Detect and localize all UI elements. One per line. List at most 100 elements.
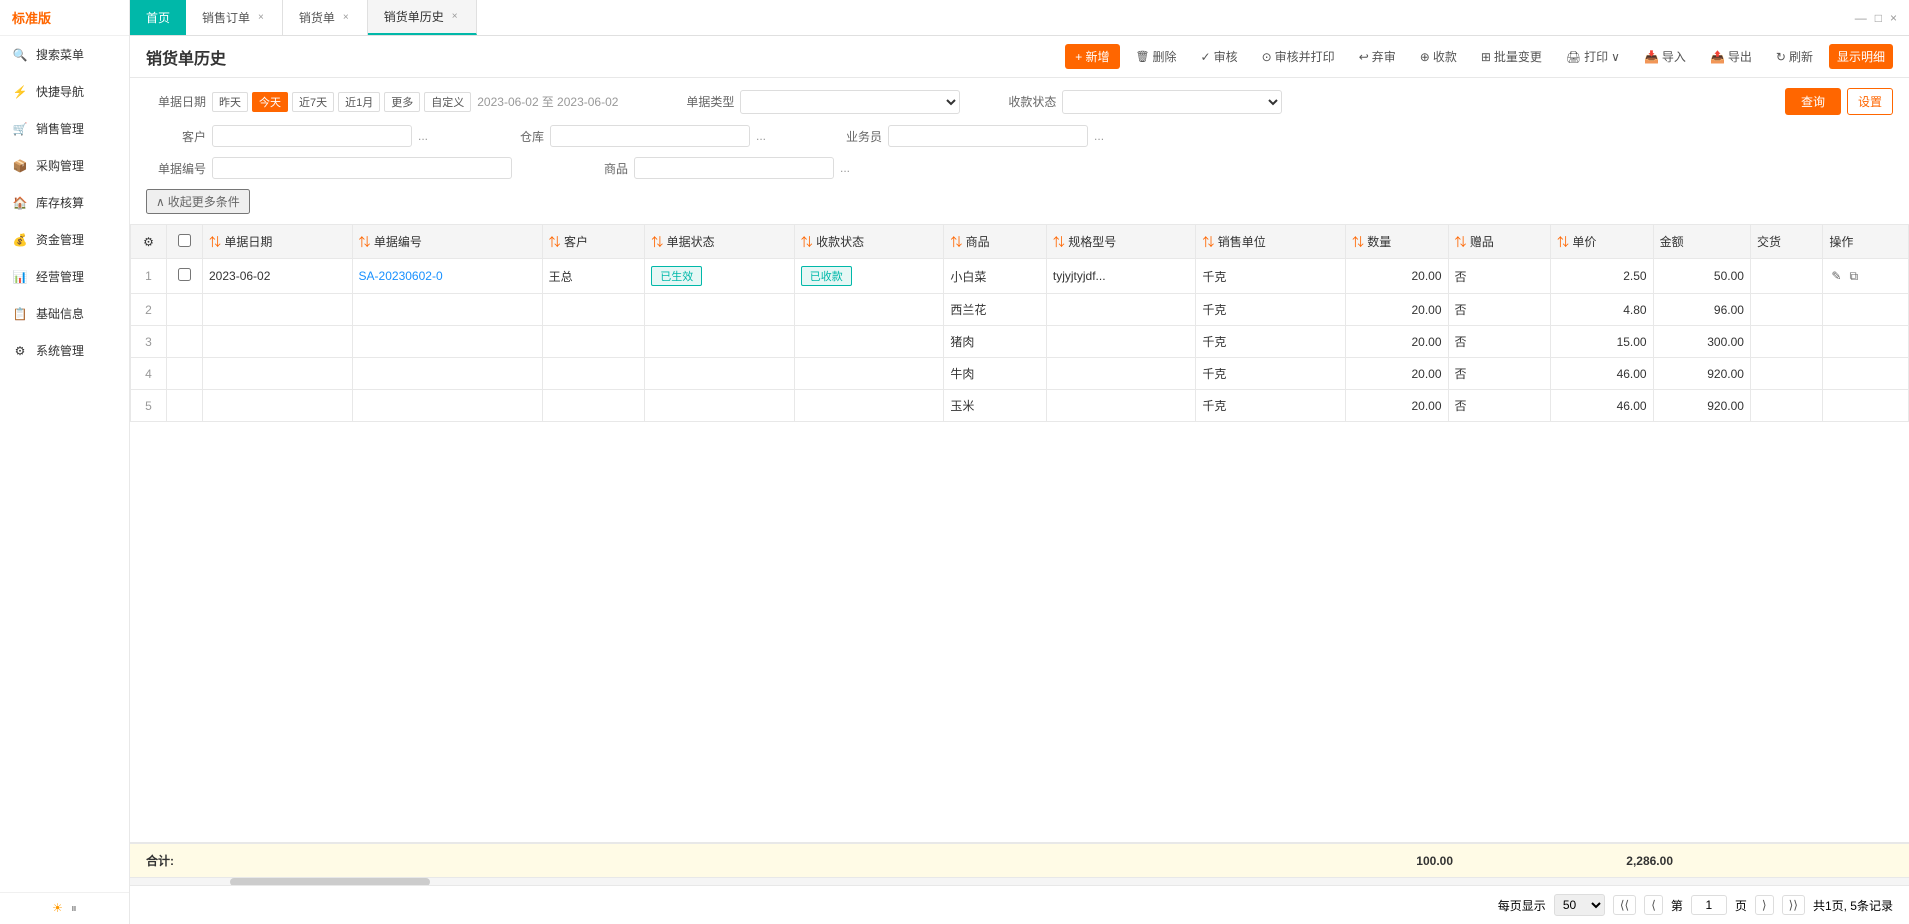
col-customer[interactable]: ⇅ 客户 xyxy=(542,225,645,259)
col-date[interactable]: ⇅ 单据日期 xyxy=(203,225,353,259)
copy-icon[interactable]: ⧉ xyxy=(1847,267,1860,286)
table-header-row: ⚙ ⇅ 单据日期 ⇅ 单据编号 ⇅ 客户 ⇅ 单据状态 ⇅ 收款状态 ⇅ 商品 … xyxy=(131,225,1909,259)
import-button[interactable]: 📥 导入 xyxy=(1636,44,1694,69)
customer-input[interactable] xyxy=(212,125,412,147)
first-page-button[interactable]: ⟨⟨ xyxy=(1613,895,1636,915)
goods-input[interactable] xyxy=(634,157,834,179)
date-btn-custom[interactable]: 自定义 xyxy=(424,92,471,112)
maximize-icon[interactable]: □ xyxy=(1875,11,1882,25)
cell-doc-number xyxy=(352,294,542,326)
pause-icon[interactable]: ⏸ xyxy=(71,901,77,916)
print-button[interactable]: 🖨 打印 ∨ xyxy=(1558,44,1628,69)
col-gift[interactable]: ⇅ 赠品 xyxy=(1448,225,1551,259)
batch-change-button[interactable]: ⊞ 批量变更 xyxy=(1473,44,1550,69)
date-btn-more[interactable]: 更多 xyxy=(384,92,420,112)
tab-sales-goods-close[interactable]: × xyxy=(341,11,351,24)
sidebar-item-purchase-mgmt[interactable]: 📦 采购管理 xyxy=(0,147,129,184)
delete-button[interactable]: 🗑 删除 xyxy=(1128,44,1185,69)
tab-sales-history[interactable]: 销货单历史 × xyxy=(368,0,477,35)
col-settings[interactable]: ⚙ xyxy=(131,225,167,259)
sidebar-item-system[interactable]: ⚙ 系统管理 xyxy=(0,332,129,369)
audit-print-button[interactable]: ⊙ 审核并打印 xyxy=(1254,44,1343,69)
tab-sales-order[interactable]: 销售订单 × xyxy=(186,0,283,35)
sidebar-item-funds-mgmt[interactable]: 💰 资金管理 xyxy=(0,221,129,258)
tab-home-label: 首页 xyxy=(146,9,170,26)
business-person-ellipsis[interactable]: ... xyxy=(1094,129,1104,143)
col-payment-status[interactable]: ⇅ 收款状态 xyxy=(794,225,944,259)
cell-unit: 千克 xyxy=(1196,326,1346,358)
print-icon: 🖨 xyxy=(1566,50,1581,64)
warehouse-ellipsis[interactable]: ... xyxy=(756,129,766,143)
goods-ellipsis[interactable]: ... xyxy=(840,161,850,175)
sort-icon-spec: ⇅ xyxy=(1053,235,1065,249)
cell-checkbox[interactable] xyxy=(167,259,203,294)
col-doc-status[interactable]: ⇅ 单据状态 xyxy=(645,225,795,259)
query-button[interactable]: 查询 xyxy=(1785,88,1841,115)
next-page-button[interactable]: ⟩ xyxy=(1755,895,1774,915)
cell-checkbox[interactable] xyxy=(167,326,203,358)
cell-goods: 玉米 xyxy=(944,390,1047,422)
close-window-icon[interactable]: × xyxy=(1890,11,1897,25)
doc-number-input[interactable] xyxy=(212,157,512,179)
refresh-button-label: 刷新 xyxy=(1789,48,1813,65)
last-page-button[interactable]: ⟩⟩ xyxy=(1782,895,1805,915)
warehouse-filter: 仓库 ... xyxy=(484,125,766,147)
select-all-checkbox[interactable] xyxy=(178,234,191,247)
prev-page-button[interactable]: ⟨ xyxy=(1644,895,1663,915)
col-price[interactable]: ⇅ 单价 xyxy=(1551,225,1654,259)
doc-number-link[interactable]: SA-20230602-0 xyxy=(359,269,443,283)
sidebar-item-quick-nav[interactable]: ⚡ 快捷导航 xyxy=(0,73,129,110)
doc-type-select[interactable] xyxy=(740,90,960,114)
warehouse-input[interactable] xyxy=(550,125,750,147)
page-number-input[interactable] xyxy=(1691,895,1727,915)
row-checkbox[interactable] xyxy=(178,268,191,281)
cell-checkbox[interactable] xyxy=(167,358,203,390)
tab-sales-history-close[interactable]: × xyxy=(450,10,460,23)
cell-checkbox[interactable] xyxy=(167,294,203,326)
cell-seq: 2 xyxy=(131,294,167,326)
col-quantity[interactable]: ⇅ 数量 xyxy=(1345,225,1448,259)
money-icon: 💰 xyxy=(12,232,28,248)
col-goods[interactable]: ⇅ 商品 xyxy=(944,225,1047,259)
cell-customer: 王总 xyxy=(542,259,645,294)
tab-sales-goods[interactable]: 销货单 × xyxy=(283,0,368,35)
new-button[interactable]: + 新增 xyxy=(1065,44,1119,69)
audit-button[interactable]: ✓ 审核 xyxy=(1193,44,1246,69)
tab-sales-order-close[interactable]: × xyxy=(256,11,266,24)
sun-icon[interactable]: ☀ xyxy=(52,901,63,916)
business-person-input[interactable] xyxy=(888,125,1088,147)
customer-ellipsis[interactable]: ... xyxy=(418,129,428,143)
date-btn-today[interactable]: 今天 xyxy=(252,92,288,112)
sidebar-item-search-menu[interactable]: 🔍 搜索菜单 xyxy=(0,36,129,73)
sidebar-item-inventory[interactable]: 🏠 库存核算 xyxy=(0,184,129,221)
abandon-button[interactable]: ↩ 弃审 xyxy=(1351,44,1404,69)
export-button[interactable]: 📤 导出 xyxy=(1702,44,1760,69)
sidebar-item-operations[interactable]: 📊 经营管理 xyxy=(0,258,129,295)
settings-button[interactable]: 设置 xyxy=(1847,88,1893,115)
sidebar-item-basic-info[interactable]: 📋 基础信息 xyxy=(0,295,129,332)
edit-icon[interactable]: ✎ xyxy=(1829,267,1843,286)
sidebar: 标准版 🔍 搜索菜单 ⚡ 快捷导航 🛒 销售管理 📦 采购管理 🏠 库存核算 💰… xyxy=(0,0,130,924)
cell-quantity: 20.00 xyxy=(1345,326,1448,358)
cell-checkbox[interactable] xyxy=(167,390,203,422)
date-btn-yesterday[interactable]: 昨天 xyxy=(212,92,248,112)
col-doc-number[interactable]: ⇅ 单据编号 xyxy=(352,225,542,259)
tab-home[interactable]: 首页 xyxy=(130,0,186,35)
date-btn-1month[interactable]: 近1月 xyxy=(338,92,380,112)
col-spec[interactable]: ⇅ 规格型号 xyxy=(1046,225,1196,259)
sidebar-item-sales-mgmt[interactable]: 🛒 销售管理 xyxy=(0,110,129,147)
show-detail-button[interactable]: 显示明细 xyxy=(1829,44,1893,69)
cell-amount: 96.00 xyxy=(1653,294,1750,326)
cell-goods: 西兰花 xyxy=(944,294,1047,326)
col-checkbox[interactable] xyxy=(167,225,203,259)
cell-date xyxy=(203,294,353,326)
collect-button[interactable]: ⊕ 收款 xyxy=(1412,44,1465,69)
collapse-button[interactable]: ∧ 收起更多条件 xyxy=(146,189,250,214)
refresh-button[interactable]: ↻ 刷新 xyxy=(1768,44,1821,69)
minimize-icon[interactable]: — xyxy=(1855,11,1867,25)
col-unit[interactable]: ⇅ 销售单位 xyxy=(1196,225,1346,259)
customer-filter: 客户 ... xyxy=(146,125,428,147)
page-size-select[interactable]: 50 10 20 100 xyxy=(1554,894,1605,916)
payment-status-select[interactable] xyxy=(1062,90,1282,114)
date-btn-7days[interactable]: 近7天 xyxy=(292,92,334,112)
